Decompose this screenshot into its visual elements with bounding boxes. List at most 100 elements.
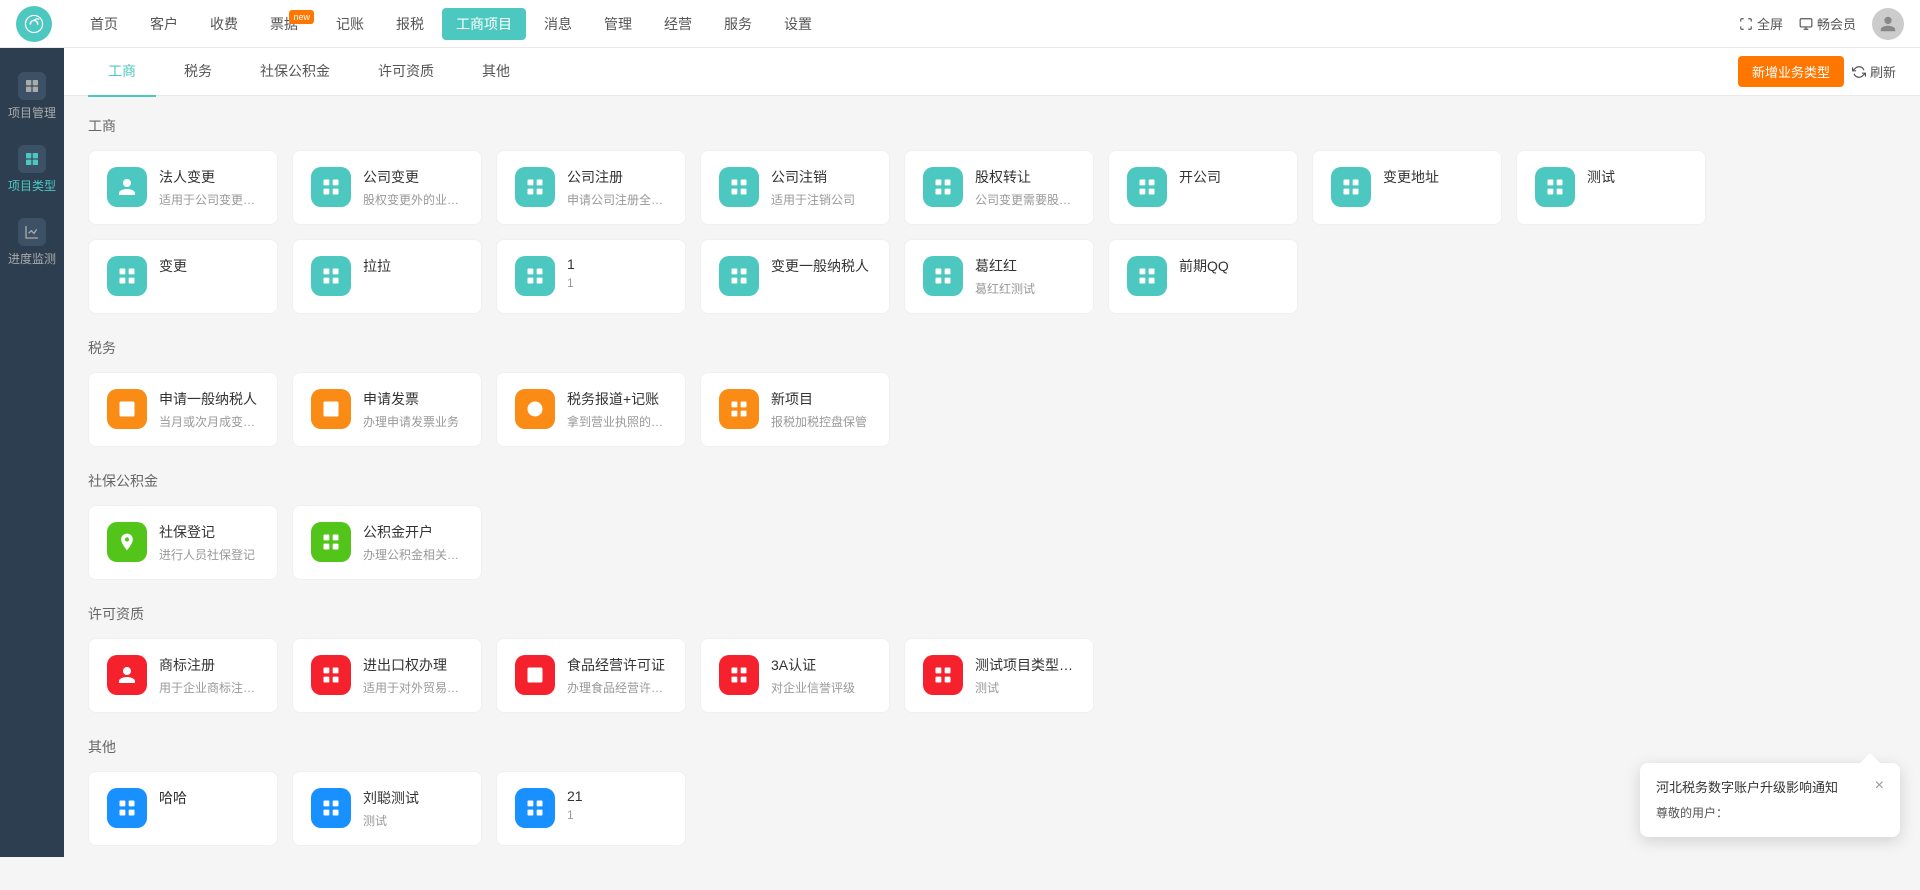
nav-settings[interactable]: 设置 bbox=[770, 8, 826, 40]
nav-business[interactable]: 工商项目 bbox=[442, 8, 526, 40]
card-text-biangeng: 变更 bbox=[159, 256, 259, 280]
card-shuiwubaodao[interactable]: 税务报道+记账 拿到营业执照的新公司 bbox=[496, 372, 686, 447]
card-name-haha: 哈哈 bbox=[159, 788, 259, 808]
nav-bookkeeping[interactable]: 记账 bbox=[322, 8, 378, 40]
card-name-kaigongsi: 开公司 bbox=[1179, 167, 1279, 187]
tab-qita[interactable]: 其他 bbox=[462, 47, 530, 97]
sidebar-item-progress[interactable]: 进度监测 bbox=[0, 206, 64, 279]
card-desc-gongsizhuce: 申请公司注册全流程 bbox=[567, 191, 667, 208]
card-kaigongsi[interactable]: 开公司 bbox=[1108, 150, 1298, 225]
card-text-gehonghong: 葛红红 葛红红测试 bbox=[975, 256, 1075, 297]
card-gongsizuxiao[interactable]: 公司注销 适用于注销公司 bbox=[700, 150, 890, 225]
card-icon-liucongceshi bbox=[311, 788, 351, 828]
fullscreen-button[interactable]: 全屏 bbox=[1739, 14, 1783, 33]
tab-gongshang[interactable]: 工商 bbox=[88, 47, 156, 97]
card-icon-shangbiaozhuce bbox=[107, 655, 147, 695]
card-gongsizhuce[interactable]: 公司注册 申请公司注册全流程 bbox=[496, 150, 686, 225]
nav-right: 全屏 畅会员 bbox=[1739, 8, 1904, 40]
nav-manage[interactable]: 管理 bbox=[590, 8, 646, 40]
card-gongsibianggeng[interactable]: 公司变更 股权变更外的业务变更 bbox=[292, 150, 482, 225]
nav-service[interactable]: 服务 bbox=[710, 8, 766, 40]
sidebar-item-project-type[interactable]: 项目类型 bbox=[0, 133, 64, 206]
nav-charge[interactable]: 收费 bbox=[196, 8, 252, 40]
card-shebaodengji[interactable]: 社保登记 进行人员社保登记 bbox=[88, 505, 278, 580]
card-21[interactable]: 21 1 bbox=[496, 771, 686, 846]
card-one[interactable]: 1 1 bbox=[496, 239, 686, 314]
card-name-qianqiqq: 前期QQ bbox=[1179, 256, 1279, 276]
card-biangeng[interactable]: 变更 bbox=[88, 239, 278, 314]
sidebar-item-project-manage[interactable]: 项目管理 bbox=[0, 60, 64, 133]
card-icon-gongjijinkaihu bbox=[311, 522, 351, 562]
card-text-biangengnas: 变更一般纳税人 bbox=[771, 256, 871, 280]
card-gehonghong[interactable]: 葛红红 葛红红测试 bbox=[904, 239, 1094, 314]
section-shebao: 社保公积金 社保登记 进行人员社保登记 公积金开户 bbox=[88, 471, 1896, 580]
card-desc-xinxiangmu: 报税加税控盘保管 bbox=[771, 413, 871, 430]
add-type-button[interactable]: 新增业务类型 bbox=[1738, 56, 1844, 87]
card-shipinjingying[interactable]: 食品经营许可证 办理食品经营许可证 bbox=[496, 638, 686, 713]
card-name-fazhenbiangeng: 法人变更 bbox=[159, 167, 259, 187]
card-jinchukouban[interactable]: 进出口权办理 适用于对外贸易经营者 bbox=[292, 638, 482, 713]
card-icon-3arenzheng bbox=[719, 655, 759, 695]
card-xinxiangmu[interactable]: 新项目 报税加税控盘保管 bbox=[700, 372, 890, 447]
card-name-shuiwubaodao: 税务报道+记账 bbox=[567, 389, 667, 409]
member-button[interactable]: 畅会员 bbox=[1799, 14, 1856, 33]
card-text-shebaodengji: 社保登记 进行人员社保登记 bbox=[159, 522, 259, 563]
nav-tax[interactable]: 报税 bbox=[382, 8, 438, 40]
card-name-one: 1 bbox=[567, 256, 667, 272]
card-text-3arenzheng: 3A认证 对企业信誉评级 bbox=[771, 655, 871, 696]
card-text-shipinjingying: 食品经营许可证 办理食品经营许可证 bbox=[567, 655, 667, 696]
nav-home[interactable]: 首页 bbox=[76, 8, 132, 40]
card-name-21: 21 bbox=[567, 788, 667, 804]
nav-message[interactable]: 消息 bbox=[530, 8, 586, 40]
card-icon-gongsizuxiao bbox=[719, 167, 759, 207]
card-desc-21: 1 bbox=[567, 808, 667, 822]
card-icon-shenqingfapiao bbox=[311, 389, 351, 429]
card-liucongceshi[interactable]: 刘聪测试 测试 bbox=[292, 771, 482, 846]
section-title-shebao: 社保公积金 bbox=[88, 471, 1896, 491]
sub-tabs-actions: 新增业务类型 刷新 bbox=[1738, 56, 1896, 87]
tab-xuke[interactable]: 许可资质 bbox=[358, 47, 454, 97]
user-avatar[interactable] bbox=[1872, 8, 1904, 40]
card-text-kaigongsi: 开公司 bbox=[1179, 167, 1279, 191]
card-ceshi[interactable]: 测试 bbox=[1516, 150, 1706, 225]
notification-body: 尊敬的用户： bbox=[1656, 804, 1884, 823]
card-fazhenbiangeng[interactable]: 法人变更 适用于公司变更法人 bbox=[88, 150, 278, 225]
sidebar-label-project-type: 项目类型 bbox=[8, 177, 56, 194]
notification-title: 河北税务数字账户升级影响通知 bbox=[1656, 777, 1838, 796]
card-shenqingfapiao[interactable]: 申请发票 办理申请发票业务 bbox=[292, 372, 482, 447]
cards-grid-xuke: 商标注册 用于企业商标注册服务 进出口权办理 适用于对外贸易经营者 bbox=[88, 638, 1896, 713]
card-lala[interactable]: 拉拉 bbox=[292, 239, 482, 314]
card-shenqingnas[interactable]: 申请一般纳税人 当月或次月成变更完成 bbox=[88, 372, 278, 447]
card-qianqiqq[interactable]: 前期QQ bbox=[1108, 239, 1298, 314]
card-name-biangeng: 变更 bbox=[159, 256, 259, 276]
card-icon-gehonghong bbox=[923, 256, 963, 296]
card-haha[interactable]: 哈哈 bbox=[88, 771, 278, 846]
card-desc-3arenzheng: 对企业信誉评级 bbox=[771, 679, 871, 696]
tab-shebao[interactable]: 社保公积金 bbox=[240, 47, 350, 97]
card-desc-ceshixiangmuleixing: 测试 bbox=[975, 679, 1075, 696]
nav-customer[interactable]: 客户 bbox=[136, 8, 192, 40]
nav-ticket[interactable]: 票据 new bbox=[256, 8, 318, 40]
notification-close-button[interactable]: × bbox=[1875, 777, 1884, 795]
card-name-3arenzheng: 3A认证 bbox=[771, 655, 871, 675]
card-shangbiaozhuce[interactable]: 商标注册 用于企业商标注册服务 bbox=[88, 638, 278, 713]
refresh-label: 刷新 bbox=[1870, 62, 1896, 81]
card-biangengdizhi[interactable]: 变更地址 bbox=[1312, 150, 1502, 225]
sidebar-label-progress: 进度监测 bbox=[8, 250, 56, 267]
card-3arenzheng[interactable]: 3A认证 对企业信誉评级 bbox=[700, 638, 890, 713]
card-icon-shuiwubaodao bbox=[515, 389, 555, 429]
card-name-shipinjingying: 食品经营许可证 bbox=[567, 655, 667, 675]
card-text-gongsizhuce: 公司注册 申请公司注册全流程 bbox=[567, 167, 667, 208]
nav-operation[interactable]: 经营 bbox=[650, 8, 706, 40]
refresh-button[interactable]: 刷新 bbox=[1852, 62, 1896, 81]
card-icon-ceshi bbox=[1535, 167, 1575, 207]
card-ceshixiangmuleixing[interactable]: 测试项目类型目定义 测试 bbox=[904, 638, 1094, 713]
card-gongjijinkaihu[interactable]: 公积金开户 办理公积金相关业务 bbox=[292, 505, 482, 580]
card-name-lala: 拉拉 bbox=[363, 256, 463, 276]
tab-shuiwu[interactable]: 税务 bbox=[164, 47, 232, 97]
card-icon-biangengnas bbox=[719, 256, 759, 296]
card-desc-gongjijinkaihu: 办理公积金相关业务 bbox=[363, 546, 463, 563]
card-guquanzhuanrang[interactable]: 股权转让 公司变更需要股权转让 bbox=[904, 150, 1094, 225]
card-biangeng-납세[interactable]: 变更一般纳税人 bbox=[700, 239, 890, 314]
card-name-ceshixiangmuleixing: 测试项目类型目定义 bbox=[975, 655, 1075, 675]
